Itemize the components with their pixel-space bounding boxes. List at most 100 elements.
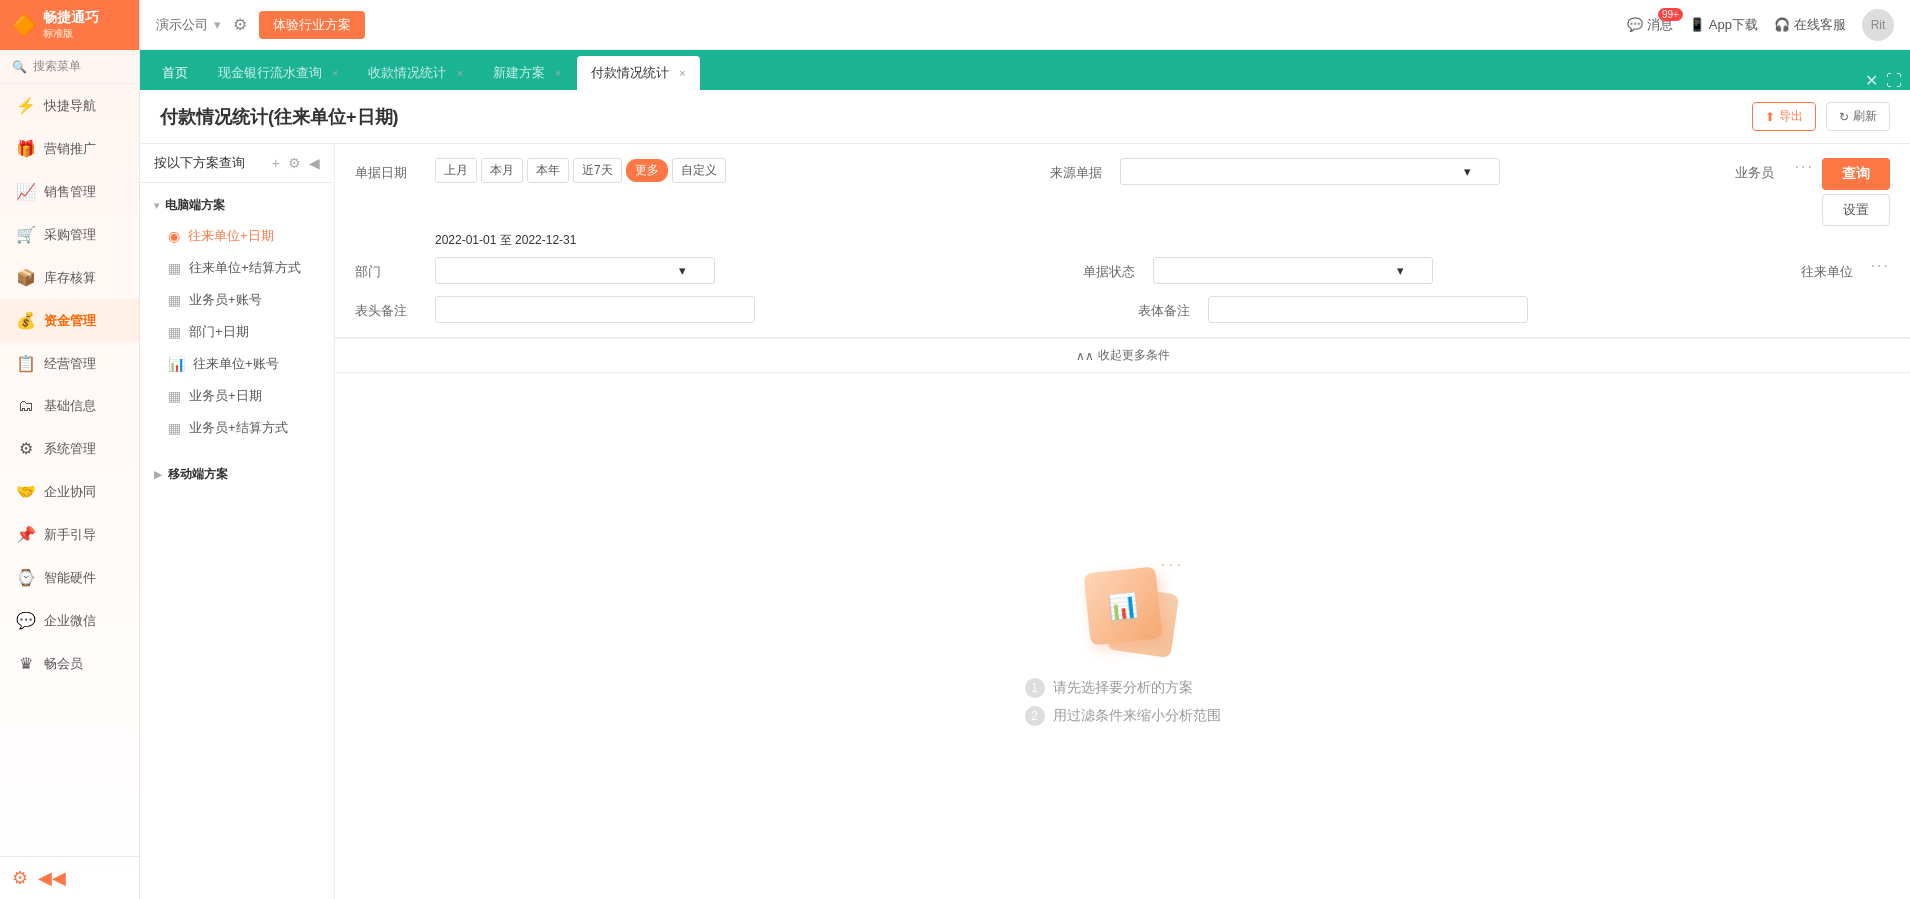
sidebar-item-finance[interactable]: 💰 资金管理 [0,299,139,342]
settings-gear-icon[interactable]: ⚙ [12,867,28,889]
app-name: 畅捷通巧 [43,9,99,27]
collapse-label: 收起更多条件 [1098,347,1170,364]
tab-receivable[interactable]: 收款情况统计 × [354,56,476,90]
tab-home[interactable]: 首页 [148,56,202,90]
tab-payment-close-icon[interactable]: × [679,67,685,79]
empty-hint-1-text: 请先选择要分析的方案 [1053,679,1193,697]
sidebar-item-inventory[interactable]: 📦 库存核算 [0,256,139,299]
app-download[interactable]: 📱 App下载 [1689,16,1758,34]
header-note-input[interactable] [435,296,755,323]
sidebar-item-sales[interactable]: 📈 销售管理 [0,170,139,213]
tab-bank[interactable]: 现金银行流水查询 × [204,56,352,90]
message-icon: 💬 [1627,17,1643,32]
date-btn-last-7days[interactable]: 近7天 [573,158,622,183]
sidebar-item-purchase[interactable]: 🛒 采购管理 [0,213,139,256]
sidebar-item-label: 库存核算 [44,269,96,287]
left-panel-actions: + ⚙ ◀ [272,155,320,171]
tab-payment[interactable]: 付款情况统计 × [577,56,699,90]
close-all-icon[interactable]: ✕ [1865,71,1878,90]
plan-item-staff-account[interactable]: ▦ 业务员+账号 [140,284,334,316]
sidebar-item-member[interactable]: ♛ 畅会员 [0,642,139,685]
hardware-icon: ⌚ [16,568,36,587]
plan-settings-icon[interactable]: ⚙ [288,155,301,171]
sidebar-item-label: 企业微信 [44,612,96,630]
desktop-section-title[interactable]: ▾ 电脑端方案 [140,191,334,220]
source-dropdown-icon: ▾ [1464,164,1471,179]
purchase-icon: 🛒 [16,225,36,244]
trial-button[interactable]: 体验行业方案 [259,11,365,39]
export-button[interactable]: ⬆ 导出 [1752,102,1816,131]
sidebar-item-basic-info[interactable]: 🗂 基础信息 [0,385,139,427]
collapse-sidebar-icon[interactable]: ◀◀ [38,867,66,889]
date-btn-this-year[interactable]: 本年 [527,158,569,183]
user-avatar[interactable]: Rit [1862,9,1894,41]
page-header: 付款情况统计(往来单位+日期) ⬆ 导出 ↻ 刷新 [140,90,1910,144]
body-area: 按以下方案查询 + ⚙ ◀ ▾ 电脑端方案 ◉ 往来单位+日期 [140,144,1910,899]
refresh-icon: ↻ [1839,110,1849,124]
sidebar-item-label: 销售管理 [44,183,96,201]
date-btn-more[interactable]: 更多 [626,159,668,182]
plan-item-staff-settle[interactable]: ▦ 业务员+结算方式 [140,412,334,444]
voucher-status-select[interactable]: ▾ [1153,257,1433,284]
sales-icon: 📈 [16,182,36,201]
sidebar-item-wechat[interactable]: 💬 企业微信 [0,599,139,642]
tab-new-plan[interactable]: 新建方案 × [479,56,575,90]
plan-item-unit-settle[interactable]: ▦ 往来单位+结算方式 [140,252,334,284]
page-actions: ⬆ 导出 ↻ 刷新 [1752,102,1890,131]
partner-dots[interactable]: ··· [1871,257,1890,275]
quick-nav-icon: ⚡ [16,96,36,115]
empty-text-block: 1 请先选择要分析的方案 2 用过滤条件来缩小分析范围 [1025,678,1221,726]
plan-item-unit-date[interactable]: ◉ 往来单位+日期 [140,220,334,252]
add-plan-icon[interactable]: + [272,155,280,171]
plan-label-dept-date: 部门+日期 [189,323,249,341]
expand-icon[interactable]: ⛶ [1886,72,1902,90]
avatar-text: Rit [1871,18,1886,32]
mobile-section-title[interactable]: ▶ 移动端方案 [140,460,334,489]
sidebar-search[interactable]: 🔍 搜索菜单 [0,50,139,84]
collapse-bar[interactable]: ∧∧ 收起更多条件 [335,338,1910,373]
plan-label-unit-account: 往来单位+账号 [193,355,279,373]
dept-select[interactable]: ▾ [435,257,715,284]
sidebar-item-label: 经营管理 [44,355,96,373]
app-logo: 🔶 畅捷通巧 标准版 [0,0,139,50]
download-icon: 📱 [1689,17,1705,32]
sidebar-item-hardware[interactable]: ⌚ 智能硬件 [0,556,139,599]
main-area: 演示公司 ▾ ⚙ 体验行业方案 💬 消息 99+ 📱 App下载 🎧 在线客服 … [140,0,1910,899]
refresh-button[interactable]: ↻ 刷新 [1826,102,1890,131]
date-btn-this-month[interactable]: 本月 [481,158,523,183]
company-selector[interactable]: 演示公司 ▾ [156,16,221,34]
settings-button[interactable]: 设置 [1822,194,1890,226]
date-btn-custom[interactable]: 自定义 [672,158,726,183]
source-select[interactable]: ▾ [1120,158,1500,185]
sidebar-item-label: 营销推广 [44,140,96,158]
query-button[interactable]: 查询 [1822,158,1890,190]
sidebar-item-guide[interactable]: 📌 新手引导 [0,513,139,556]
topbar-right: 💬 消息 99+ 📱 App下载 🎧 在线客服 Rit [1627,9,1894,41]
plan-icon-dept-date: ▦ [168,324,181,340]
staff-dots[interactable]: ··· [1795,158,1814,176]
plan-item-dept-date[interactable]: ▦ 部门+日期 [140,316,334,348]
body-note-input[interactable] [1208,296,1528,323]
sidebar-item-marketing[interactable]: 🎁 营销推广 [0,127,139,170]
sidebar-item-cooperation[interactable]: 🤝 企业协同 [0,470,139,513]
app-edition: 标准版 [43,27,99,41]
date-btn-last-month[interactable]: 上月 [435,158,477,183]
voucher-status-content: ▾ [1153,257,1781,284]
header-note-content [435,296,1118,323]
sidebar-item-system[interactable]: ⚙ 系统管理 [0,427,139,470]
plan-item-unit-account[interactable]: 📊 往来单位+账号 [140,348,334,380]
empty-num-2: 2 [1025,706,1045,726]
tab-receivable-close-icon[interactable]: × [456,67,462,79]
tab-receivable-label: 收款情况统计 [368,64,446,82]
tab-new-plan-close-icon[interactable]: × [555,67,561,79]
plan-item-staff-date[interactable]: ▦ 业务员+日期 [140,380,334,412]
online-support[interactable]: 🎧 在线客服 [1774,16,1846,34]
tab-bank-close-icon[interactable]: × [332,67,338,79]
message-badge[interactable]: 💬 消息 99+ [1627,16,1673,34]
sidebar-item-quick-nav[interactable]: ⚡ 快捷导航 [0,84,139,127]
body-note-label: 表体备注 [1138,296,1208,320]
system-icon: ⚙ [16,439,36,458]
topbar-gear-icon[interactable]: ⚙ [233,15,247,34]
panel-collapse-icon[interactable]: ◀ [309,155,320,171]
sidebar-item-operation[interactable]: 📋 经营管理 [0,342,139,385]
